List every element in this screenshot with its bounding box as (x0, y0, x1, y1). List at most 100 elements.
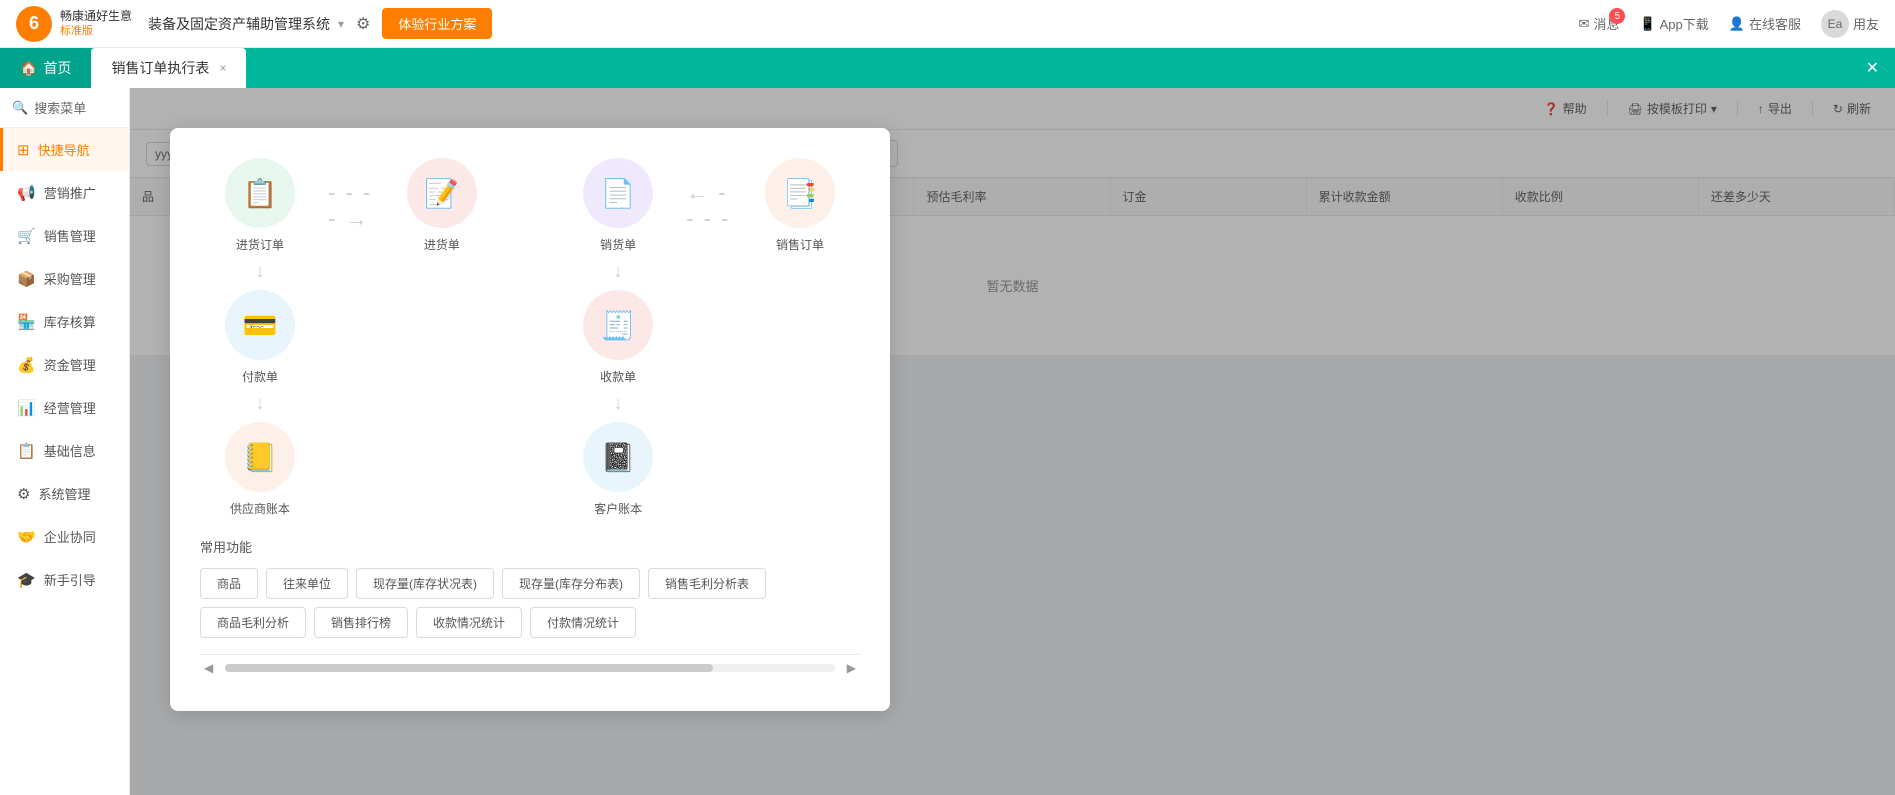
sales-bill-label: 销货单 (600, 236, 636, 253)
guide-icon: 🎓 (17, 571, 36, 589)
tab-close-icon[interactable]: × (219, 61, 226, 75)
arrow-h2: ← - - - - (678, 158, 740, 517)
app-download-button[interactable]: 📱 App下载 (1639, 14, 1708, 33)
scroll-track[interactable] (225, 664, 835, 672)
settings-icon[interactable]: ⚙ (356, 14, 370, 34)
purchase-order-circle: 📋 (225, 158, 295, 228)
purchase-bill-flow: 📝 进货单 (382, 158, 502, 517)
cf-btn-stock-status[interactable]: 现存量(库存状况表) (356, 568, 494, 599)
message-badge: 5 (1609, 8, 1625, 24)
cf-btn-partner[interactable]: 往来单位 (266, 568, 348, 599)
system-icon: ⚙ (17, 485, 30, 503)
sidebar-item-system[interactable]: ⚙ 系统管理 (0, 472, 129, 515)
sidebar-item-guide[interactable]: 🎓 新手引导 (0, 558, 129, 601)
down-arrow-sales: ↓ (614, 261, 623, 281)
scroll-thumb (225, 664, 713, 672)
common-functions-buttons: 商品 往来单位 现存量(库存状况表) 现存量(库存分布表) 销售毛利分析表 商品… (200, 568, 860, 638)
customer-account-node: 📓 客户账本 (558, 422, 678, 517)
customer-account-circle: 📓 (583, 422, 653, 492)
tab-bar: 🏠 首页 销售订单执行表 × ✕ (0, 48, 1895, 88)
receipt-bill-circle: 🧾 (583, 290, 653, 360)
trial-button[interactable]: 体验行业方案 (382, 8, 492, 39)
supplier-account-circle: 📒 (225, 422, 295, 492)
cf-btn-product[interactable]: 商品 (200, 568, 258, 599)
online-service-button[interactable]: 👤 在线客服 (1729, 14, 1801, 33)
cf-btn-product-margin[interactable]: 商品毛利分析 (200, 607, 306, 638)
cf-btn-sales-margin[interactable]: 销售毛利分析表 (648, 568, 766, 599)
home-icon: 🏠 (20, 60, 37, 77)
sidebar-item-operation[interactable]: 📊 经营管理 (0, 386, 129, 429)
sales-order-circle: 📑 (765, 158, 835, 228)
flow-diagram: 📋 进货订单 ↓ 💳 付款单 (200, 158, 860, 517)
cooperation-icon: 🤝 (17, 528, 36, 546)
sidebar-item-finance[interactable]: 💰 资金管理 (0, 343, 129, 386)
sales-bill-circle: 📄 (583, 158, 653, 228)
sidebar-item-quick-nav[interactable]: ⊞ 快捷导航 (0, 128, 129, 171)
cf-btn-stock-dist[interactable]: 现存量(库存分布表) (502, 568, 640, 599)
sales-order-node: 📑 销售订单 (740, 158, 860, 253)
down-arrow-purchase: ↓ (256, 261, 265, 282)
system-dropdown-icon[interactable]: ▾ (338, 17, 344, 31)
payment-bill-circle: 💳 (225, 290, 295, 360)
message-icon: ✉ (1579, 16, 1590, 32)
purchase-flow: 📋 进货订单 ↓ 💳 付款单 (200, 158, 320, 517)
basic-info-icon: 📋 (17, 442, 36, 460)
sidebar-item-basic-info[interactable]: 📋 基础信息 (0, 429, 129, 472)
message-button[interactable]: ✉ 消息 5 (1579, 14, 1620, 33)
purchase-bill-label: 进货单 (424, 236, 460, 253)
purchase-order-label: 进货订单 (236, 236, 284, 253)
search-icon: 🔍 (12, 100, 28, 116)
tab-bar-close-icon[interactable]: ✕ (1866, 58, 1879, 78)
logo-icon: 6 (16, 6, 52, 42)
cf-btn-sales-ranking[interactable]: 销售排行榜 (314, 607, 408, 638)
scroll-right-button[interactable]: ▶ (843, 661, 860, 675)
sales-bill-node: 📄 销货单 (558, 158, 678, 253)
sales-bill-flow: 📄 销货单 ↓ 🧾 收款单 (558, 158, 678, 517)
purchase-bill-circle: 📝 (407, 158, 477, 228)
quick-nav-icon: ⊞ (17, 141, 30, 159)
phone-icon: 📱 (1639, 16, 1655, 32)
marketing-icon: 📢 (17, 184, 36, 202)
quick-nav-modal: 📋 进货订单 ↓ 💳 付款单 (170, 128, 890, 711)
user-menu[interactable]: Ea 用友 (1821, 10, 1879, 38)
top-bar-right: ✉ 消息 5 📱 App下载 👤 在线客服 Ea 用友 (1579, 10, 1879, 38)
payment-bill-label: 付款单 (242, 368, 278, 385)
purchase-bill-node: 📝 进货单 (382, 158, 502, 253)
purchase-order-node: 📋 进货订单 (200, 158, 320, 253)
common-functions-title: 常用功能 (200, 537, 860, 556)
sidebar: 🔍 搜索菜单 ⊞ 快捷导航 📢 营销推广 🛒 销售管理 📦 采购管理 🏪 库存核… (0, 88, 130, 795)
content-area: ❓ 帮助 🖨 按模板打印 ▾ ↑ 导出 ↻ 刷新 ~ (130, 88, 1895, 795)
sales-order-label: 销售订单 (776, 236, 824, 253)
tab-sales-order-execution[interactable]: 销售订单执行表 × (91, 48, 246, 88)
sidebar-item-marketing[interactable]: 📢 营销推广 (0, 171, 129, 214)
sidebar-item-inventory[interactable]: 🏪 库存核算 (0, 300, 129, 343)
logo-text: 畅康通好生意 标准版 (60, 9, 132, 39)
down-arrow-receipt: ↓ (614, 393, 623, 413)
scroll-left-button[interactable]: ◀ (200, 661, 217, 675)
service-icon: 👤 (1729, 16, 1745, 32)
supplier-account-node: 📒 供应商账本 (200, 422, 320, 517)
sales-order-flow: 📑 销售订单 (740, 158, 860, 517)
avatar: Ea (1821, 10, 1849, 38)
arrow-h1: - - - - → (320, 158, 382, 517)
cf-btn-receipt-stats[interactable]: 收款情况统计 (416, 607, 522, 638)
customer-account-label: 客户账本 (594, 500, 642, 517)
common-functions-section: 常用功能 商品 往来单位 现存量(库存状况表) 现存量(库存分布表) 销售毛利分… (200, 537, 860, 638)
sidebar-item-cooperation[interactable]: 🤝 企业协同 (0, 515, 129, 558)
modal-overlay[interactable]: 📋 进货订单 ↓ 💳 付款单 (130, 88, 1895, 795)
sales-icon: 🛒 (17, 227, 36, 245)
inventory-icon: 🏪 (17, 313, 36, 331)
tab-home[interactable]: 🏠 首页 (0, 48, 91, 88)
scrollbar-row: ◀ ▶ (200, 654, 860, 681)
sidebar-item-sales[interactable]: 🛒 销售管理 (0, 214, 129, 257)
operation-icon: 📊 (17, 399, 36, 417)
supplier-account-label: 供应商账本 (230, 500, 290, 517)
search-menu-button[interactable]: 🔍 搜索菜单 (0, 88, 129, 128)
purchase-icon: 📦 (17, 270, 36, 288)
cf-btn-payment-stats[interactable]: 付款情况统计 (530, 607, 636, 638)
spacer (502, 158, 558, 517)
down-arrow-payment: ↓ (256, 393, 265, 414)
logo: 6 畅康通好生意 标准版 (16, 6, 136, 42)
receipt-bill-node: 🧾 收款单 (558, 290, 678, 385)
sidebar-item-purchase[interactable]: 📦 采购管理 (0, 257, 129, 300)
